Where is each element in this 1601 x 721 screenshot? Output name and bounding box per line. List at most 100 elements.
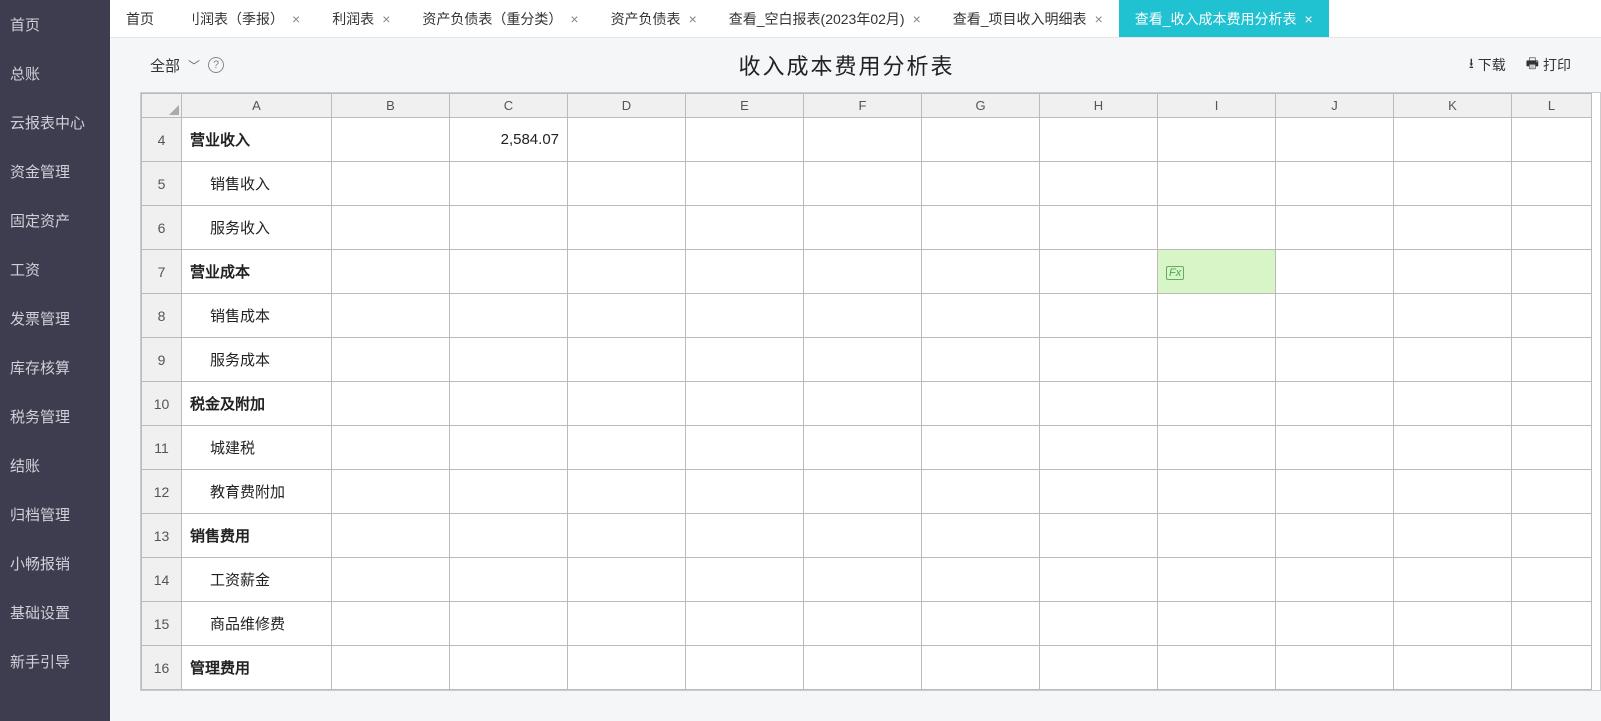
sidebar-item[interactable]: 固定资产 — [0, 196, 110, 245]
cell[interactable] — [1394, 646, 1512, 690]
cell[interactable] — [922, 250, 1040, 294]
cell[interactable] — [450, 514, 568, 558]
cell[interactable] — [1040, 250, 1158, 294]
tab[interactable]: 资产负债表× — [595, 0, 713, 37]
column-header[interactable]: D — [568, 94, 686, 118]
sidebar-item[interactable]: 基础设置 — [0, 588, 110, 637]
cell[interactable] — [1394, 558, 1512, 602]
cell[interactable] — [1276, 646, 1394, 690]
row-header[interactable]: 10 — [142, 382, 182, 426]
cell[interactable] — [1158, 514, 1276, 558]
tab[interactable]: 利润表× — [316, 0, 406, 37]
cell[interactable] — [804, 382, 922, 426]
cell[interactable] — [568, 338, 686, 382]
column-header[interactable]: C — [450, 94, 568, 118]
cell[interactable] — [1394, 602, 1512, 646]
cell[interactable] — [686, 602, 804, 646]
cell[interactable] — [922, 294, 1040, 338]
cell[interactable] — [1512, 646, 1592, 690]
cell[interactable] — [568, 558, 686, 602]
column-header[interactable]: L — [1512, 94, 1592, 118]
cell[interactable] — [1512, 294, 1592, 338]
sidebar-item[interactable]: 库存核算 — [0, 343, 110, 392]
cell[interactable] — [1158, 338, 1276, 382]
cell[interactable] — [450, 338, 568, 382]
cell[interactable] — [1512, 470, 1592, 514]
cell[interactable] — [922, 118, 1040, 162]
tab[interactable]: 资产负债表（重分类）× — [406, 0, 594, 37]
sidebar-item[interactable]: 资金管理 — [0, 147, 110, 196]
cell[interactable]: 2,584.07 — [450, 118, 568, 162]
sidebar-item[interactable]: 总账 — [0, 49, 110, 98]
cell[interactable]: 服务收入 — [182, 206, 332, 250]
cell[interactable] — [1512, 426, 1592, 470]
cell[interactable] — [804, 514, 922, 558]
row-header[interactable]: 16 — [142, 646, 182, 690]
sidebar-item[interactable]: 工资 — [0, 245, 110, 294]
sidebar-item[interactable]: 新手引导 — [0, 637, 110, 686]
cell[interactable] — [332, 602, 450, 646]
cell[interactable] — [568, 250, 686, 294]
tab[interactable]: 查看_空白报表(2023年02月)× — [713, 0, 937, 37]
cell[interactable] — [450, 558, 568, 602]
sidebar-item[interactable]: 发票管理 — [0, 294, 110, 343]
cell[interactable] — [1512, 514, 1592, 558]
cell[interactable] — [1158, 426, 1276, 470]
cell[interactable] — [568, 470, 686, 514]
column-header[interactable]: H — [1040, 94, 1158, 118]
sidebar-item[interactable]: 归档管理 — [0, 490, 110, 539]
cell[interactable]: 管理费用 — [182, 646, 332, 690]
close-icon[interactable]: × — [1095, 11, 1103, 27]
cell[interactable] — [1276, 426, 1394, 470]
cell[interactable] — [1040, 206, 1158, 250]
cell[interactable] — [450, 646, 568, 690]
sidebar-item[interactable]: 首页 — [0, 0, 110, 49]
cell[interactable] — [804, 426, 922, 470]
cell[interactable] — [1512, 382, 1592, 426]
cell[interactable] — [686, 514, 804, 558]
row-header[interactable]: 13 — [142, 514, 182, 558]
cell[interactable]: 商品维修费 — [182, 602, 332, 646]
cell[interactable] — [450, 162, 568, 206]
cell[interactable]: Fx — [1158, 250, 1276, 294]
cell[interactable] — [1394, 426, 1512, 470]
cell[interactable] — [1276, 382, 1394, 426]
cell[interactable] — [686, 118, 804, 162]
cell[interactable] — [1512, 338, 1592, 382]
cell[interactable]: 营业成本 — [182, 250, 332, 294]
tab[interactable]: 查看_收入成本费用分析表× — [1119, 0, 1329, 37]
cell[interactable] — [1512, 162, 1592, 206]
cell[interactable] — [686, 206, 804, 250]
cell[interactable] — [332, 558, 450, 602]
filter-dropdown[interactable]: 全部 ﹀ ? — [150, 55, 224, 76]
cell[interactable] — [332, 118, 450, 162]
cell[interactable] — [332, 162, 450, 206]
cell[interactable] — [686, 382, 804, 426]
cell[interactable] — [568, 294, 686, 338]
row-header[interactable]: 4 — [142, 118, 182, 162]
cell[interactable] — [1394, 162, 1512, 206]
cell[interactable] — [568, 118, 686, 162]
row-header[interactable]: 7 — [142, 250, 182, 294]
cell[interactable] — [1158, 602, 1276, 646]
cell[interactable] — [1158, 162, 1276, 206]
cell[interactable] — [804, 338, 922, 382]
cell[interactable] — [450, 382, 568, 426]
cell[interactable] — [922, 162, 1040, 206]
column-header[interactable]: K — [1394, 94, 1512, 118]
cell[interactable] — [568, 426, 686, 470]
cell[interactable] — [1158, 470, 1276, 514]
row-header[interactable]: 5 — [142, 162, 182, 206]
cell[interactable] — [1276, 558, 1394, 602]
cell[interactable] — [1512, 206, 1592, 250]
tab[interactable]: 首页 — [110, 0, 170, 37]
cell[interactable]: 工资薪金 — [182, 558, 332, 602]
cell[interactable] — [1040, 118, 1158, 162]
row-header[interactable]: 14 — [142, 558, 182, 602]
column-header[interactable]: A — [182, 94, 332, 118]
cell[interactable] — [332, 206, 450, 250]
cell[interactable] — [922, 338, 1040, 382]
cell[interactable] — [1394, 382, 1512, 426]
cell[interactable] — [1040, 470, 1158, 514]
cell[interactable] — [922, 558, 1040, 602]
